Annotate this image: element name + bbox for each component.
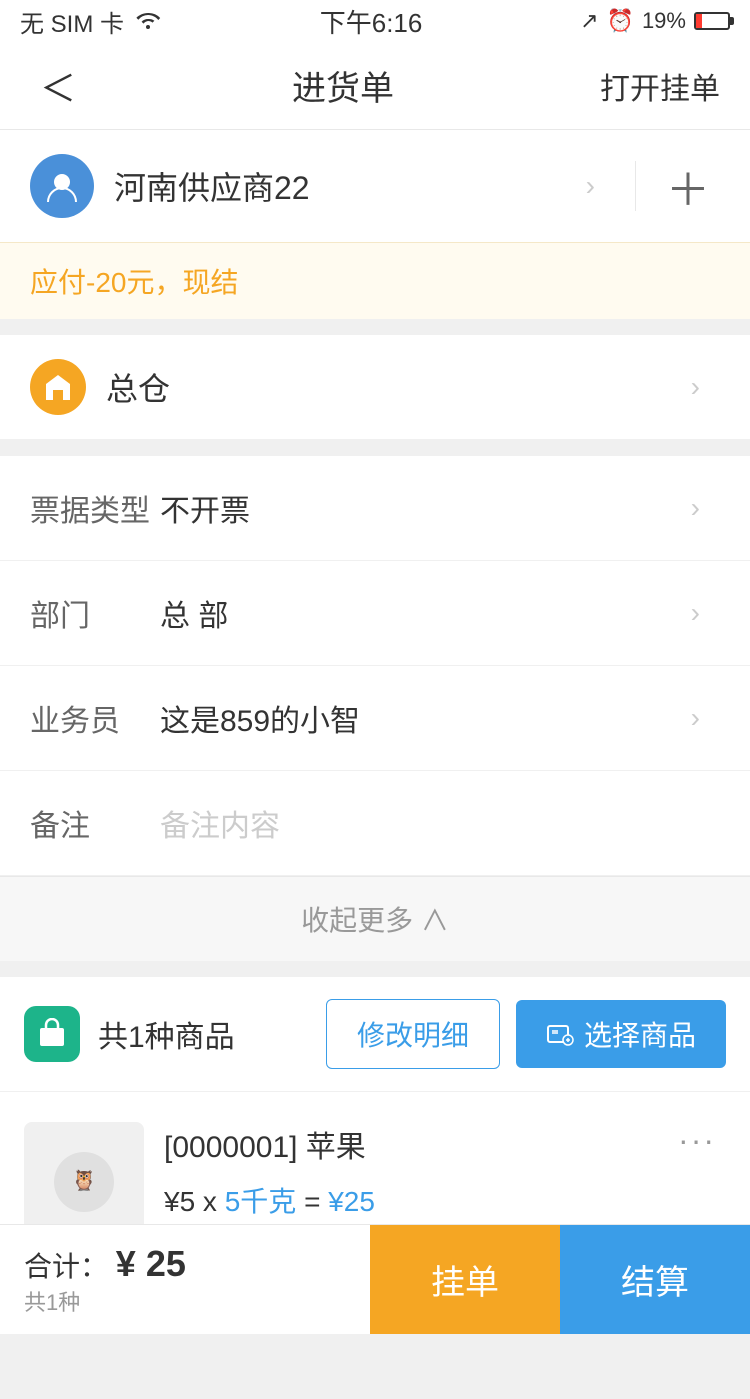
location-icon: ↗: [580, 8, 598, 34]
wifi-icon: [134, 7, 162, 36]
status-time: 下午6:16: [320, 3, 423, 40]
dept-value: 总 部: [160, 591, 691, 635]
hang-button[interactable]: 挂单: [370, 1225, 560, 1334]
price-total: ¥25: [328, 1186, 375, 1217]
total-row: 合计： ¥ 25: [24, 1243, 346, 1285]
hang-label: 挂单: [431, 1255, 499, 1304]
nav-bar: ＜ 进货单 打开挂单: [0, 42, 750, 130]
price-qty: 5千克: [225, 1186, 297, 1217]
salesman-value: 这是859的小智: [160, 696, 691, 740]
supplier-name: 河南供应商22: [114, 163, 586, 209]
form-section: 票据类型 不开票 › 部门 总 部 › 业务员 这是859的小智 › 备注 备注…: [0, 456, 750, 961]
divider: [635, 161, 636, 211]
back-button[interactable]: ＜: [30, 50, 86, 122]
status-right: ↗ ⏰ 19%: [580, 8, 730, 34]
product-id: [0000001] 苹果: [164, 1131, 366, 1164]
total-label: 合计：: [24, 1251, 108, 1282]
dept-row[interactable]: 部门 总 部 ›: [0, 561, 750, 666]
bottom-bar: 合计： ¥ 25 共1种 挂单 结算: [0, 1224, 750, 1334]
product-name: [0000001] 苹果: [164, 1122, 668, 1166]
salesman-chevron-icon: ›: [691, 702, 700, 734]
product-count: 共1种商品: [98, 1012, 326, 1056]
add-supplier-button[interactable]: ＋: [656, 154, 720, 218]
collapse-label: 收起更多 ∧: [301, 905, 449, 936]
ticket-type-label: 票据类型: [30, 486, 160, 530]
svg-text:🦉: 🦉: [72, 1169, 97, 1192]
select-product-button[interactable]: 选择商品: [516, 1000, 726, 1068]
product-price: ¥5 x 5千克 = ¥25: [164, 1180, 668, 1220]
product-header: 共1种商品 修改明细 选择商品: [0, 977, 750, 1092]
battery-icon: [694, 12, 730, 30]
supplier-chevron-icon: ›: [586, 170, 595, 202]
remark-label: 备注: [30, 801, 160, 845]
supplier-section: 河南供应商22 › ＋ 应付-20元，现结: [0, 130, 750, 319]
products-icon: [24, 1006, 80, 1062]
price-eq: =: [304, 1186, 328, 1217]
product-info: [0000001] 苹果 ¥5 x 5千克 = ¥25: [164, 1122, 668, 1220]
ticket-type-row[interactable]: 票据类型 不开票 ›: [0, 456, 750, 561]
settle-button[interactable]: 结算: [560, 1225, 750, 1334]
status-left: 无 SIM 卡: [20, 4, 162, 39]
remark-row[interactable]: 备注 备注内容: [0, 771, 750, 876]
salesman-row[interactable]: 业务员 这是859的小智 ›: [0, 666, 750, 771]
collapse-bar[interactable]: 收起更多 ∧: [0, 876, 750, 961]
battery-percent: 19%: [642, 8, 686, 34]
warehouse-label: 总仓: [106, 364, 691, 410]
edit-detail-button[interactable]: 修改明细: [326, 999, 500, 1069]
select-product-label: 选择商品: [584, 1014, 696, 1054]
warehouse-icon: [30, 359, 86, 415]
status-bar: 无 SIM 卡 下午6:16 ↗ ⏰ 19%: [0, 0, 750, 42]
warehouse-row[interactable]: 总仓 ›: [0, 335, 750, 440]
ticket-type-value: 不开票: [160, 486, 691, 530]
warehouse-section: 总仓 ›: [0, 335, 750, 440]
remark-input[interactable]: 备注内容: [160, 801, 720, 845]
total-count: 共1种: [24, 1285, 346, 1317]
open-hang-button[interactable]: 打开挂单: [600, 64, 720, 108]
dept-label: 部门: [30, 591, 160, 635]
page-title: 进货单: [292, 61, 394, 110]
warehouse-chevron-icon: ›: [691, 371, 700, 403]
sim-status: 无 SIM 卡: [20, 4, 124, 39]
total-amount: ¥ 25: [116, 1243, 186, 1284]
settle-label: 结算: [621, 1255, 689, 1304]
payment-notice: 应付-20元，现结: [0, 242, 750, 319]
ticket-type-chevron-icon: ›: [691, 492, 700, 524]
dept-chevron-icon: ›: [691, 597, 700, 629]
alarm-icon: ⏰: [607, 8, 634, 34]
supplier-row[interactable]: 河南供应商22 › ＋: [0, 130, 750, 242]
product-more-button[interactable]: ···: [668, 1122, 726, 1159]
salesman-label: 业务员: [30, 696, 160, 740]
price-base: ¥5 x: [164, 1186, 225, 1217]
total-section: 合计： ¥ 25 共1种: [0, 1225, 370, 1334]
supplier-avatar: [30, 154, 94, 218]
